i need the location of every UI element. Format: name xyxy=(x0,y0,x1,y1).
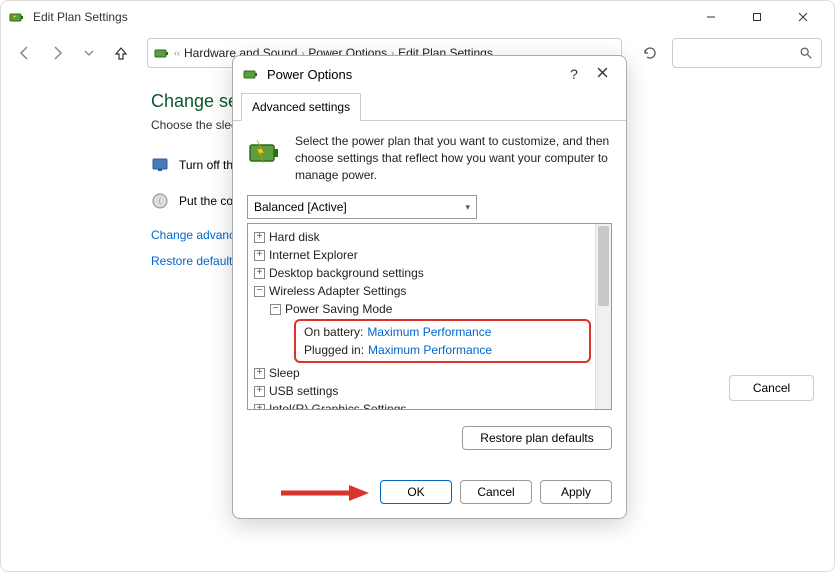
expand-icon[interactable]: + xyxy=(254,386,265,397)
restore-row: Restore plan defaults xyxy=(233,416,626,450)
ok-button[interactable]: OK xyxy=(380,480,452,504)
tree-item-ie[interactable]: +Internet Explorer xyxy=(252,246,591,264)
power-plan-icon xyxy=(247,133,283,169)
dialog-body: Select the power plan that you want to c… xyxy=(233,121,626,416)
dialog-titlebar: Power Options ? xyxy=(233,56,626,92)
power-options-dialog: Power Options ? Advanced settings Select… xyxy=(232,55,627,519)
collapse-icon[interactable]: − xyxy=(270,304,281,315)
dialog-icon xyxy=(243,66,259,82)
dialog-actions: OK Cancel Apply xyxy=(233,450,626,518)
chevron-down-icon: ▾ xyxy=(465,202,470,213)
expand-icon[interactable]: + xyxy=(254,368,265,379)
tree-item-sleep[interactable]: +Sleep xyxy=(252,364,591,382)
nav-back-button[interactable] xyxy=(13,41,37,65)
expand-icon[interactable]: + xyxy=(254,232,265,243)
chevron-icon: ‹‹ xyxy=(174,48,180,58)
titlebar: Edit Plan Settings xyxy=(1,1,834,33)
moon-icon xyxy=(151,192,169,210)
dialog-title: Power Options xyxy=(267,67,560,82)
restore-defaults-button[interactable]: Restore plan defaults xyxy=(462,426,612,450)
intro-section: Select the power plan that you want to c… xyxy=(247,133,612,183)
expand-icon[interactable]: + xyxy=(254,404,265,410)
expand-icon[interactable]: + xyxy=(254,250,265,261)
expand-icon[interactable]: + xyxy=(254,268,265,279)
search-icon xyxy=(799,46,813,60)
refresh-button[interactable] xyxy=(636,39,664,67)
plan-select-value: Balanced [Active] xyxy=(254,200,347,214)
tree-item-hard-disk[interactable]: +Hard disk xyxy=(252,228,591,246)
nav-forward-button[interactable] xyxy=(45,41,69,65)
page-cancel-button[interactable]: Cancel xyxy=(729,375,814,401)
window-title: Edit Plan Settings xyxy=(33,10,688,24)
apply-button[interactable]: Apply xyxy=(540,480,612,504)
close-button[interactable] xyxy=(780,1,826,33)
collapse-icon[interactable]: − xyxy=(254,286,265,297)
plan-select[interactable]: Balanced [Active] ▾ xyxy=(247,195,477,219)
intro-text: Select the power plan that you want to c… xyxy=(295,133,612,183)
help-button[interactable]: ? xyxy=(560,66,588,82)
plugged-in-setting[interactable]: Plugged in:Maximum Performance xyxy=(296,341,583,359)
tab-advanced[interactable]: Advanced settings xyxy=(241,93,361,121)
cancel-button[interactable]: Cancel xyxy=(460,480,532,504)
dialog-close-button[interactable] xyxy=(588,65,616,83)
maximize-button[interactable] xyxy=(734,1,780,33)
nav-up-button[interactable] xyxy=(109,41,133,65)
tree-item-power-saving[interactable]: −Power Saving Mode xyxy=(252,300,591,318)
breadcrumb-icon xyxy=(154,45,170,61)
settings-tree: +Hard disk +Internet Explorer +Desktop b… xyxy=(247,223,612,410)
tree-content[interactable]: +Hard disk +Internet Explorer +Desktop b… xyxy=(248,224,595,409)
highlighted-annotation: On battery:Maximum Performance Plugged i… xyxy=(294,319,591,363)
arrow-annotation xyxy=(279,484,369,502)
display-icon xyxy=(151,156,169,174)
scroll-thumb[interactable] xyxy=(598,226,609,306)
tab-strip: Advanced settings xyxy=(233,92,626,121)
tree-item-wireless[interactable]: −Wireless Adapter Settings xyxy=(252,282,591,300)
window-controls xyxy=(688,1,826,33)
tree-scrollbar[interactable] xyxy=(595,224,611,409)
tree-item-usb[interactable]: +USB settings xyxy=(252,382,591,400)
tree-item-desktop-bg[interactable]: +Desktop background settings xyxy=(252,264,591,282)
on-battery-setting[interactable]: On battery:Maximum Performance xyxy=(296,323,583,341)
power-options-icon xyxy=(9,9,25,25)
minimize-button[interactable] xyxy=(688,1,734,33)
nav-dropdown-button[interactable] xyxy=(77,41,101,65)
search-input[interactable] xyxy=(672,38,822,68)
tree-item-intel[interactable]: +Intel(R) Graphics Settings xyxy=(252,400,591,409)
